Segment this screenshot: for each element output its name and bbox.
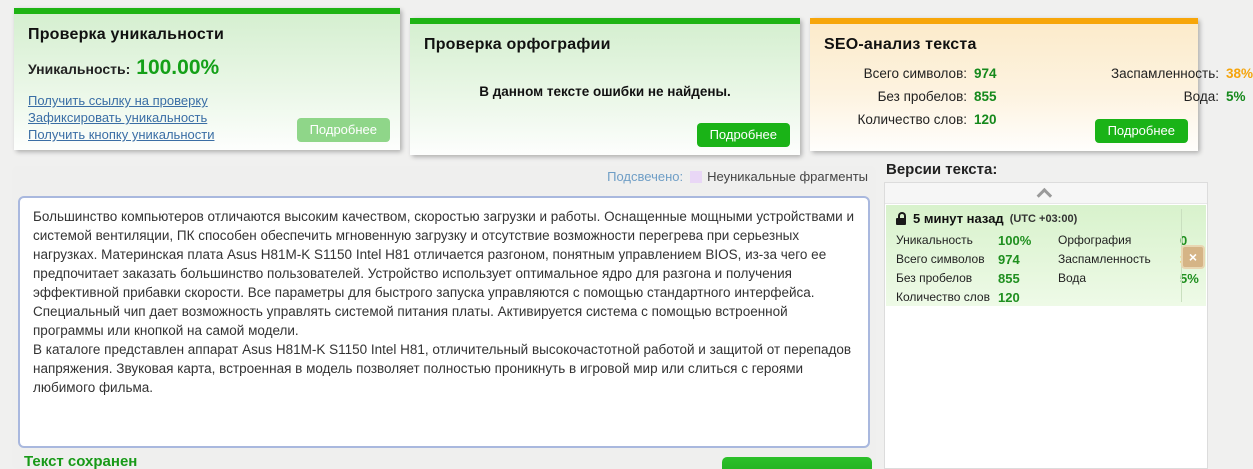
seo-stat-value: 855 [974,89,997,104]
versions-collapse-button[interactable] [885,183,1207,204]
seo-more-button[interactable]: Подробнее [1094,119,1188,143]
uniqueness-panel-title: Проверка уникальности [28,26,224,43]
seo-stat-value: 974 [974,66,997,81]
spelling-result-message: В данном тексте ошибки не найдены. [479,84,731,99]
uniqueness-panel: Проверка уникальности Уникальность: 100.0… [14,8,400,150]
seo-panel-title: SEO-анализ текста [824,36,977,53]
seo-stat-label: Всего символов: [863,66,967,81]
version-stat-label: Орфография [1058,233,1132,247]
uniqueness-metric-value: 100.00% [136,56,220,79]
legend-item-label: Неуникальные фрагменты [707,169,868,184]
seo-panel: SEO-анализ текста Всего символов: 974 За… [810,18,1253,151]
version-time: 5 минут назад [913,211,1004,226]
version-stat-label: Вода [1058,271,1087,285]
legend-label: Подсвечено: [607,169,684,184]
spelling-more-button[interactable]: Подробнее [696,123,790,147]
seo-stat-label: Заспамленность: [1110,66,1219,81]
seo-stat-label: Без пробелов: [877,89,967,104]
seo-stat-label: Вода: [1183,89,1219,104]
seo-stat-value: 38% [1226,66,1253,81]
text-editor[interactable]: Большинство компьютеров отличаются высок… [18,196,870,448]
saved-status: Текст сохранен [24,453,138,469]
page: Проверка уникальности Уникальность: 100.0… [0,0,1253,469]
version-stat-value: 855 [998,271,1020,286]
version-card[interactable]: 5 минут назад (UTC +03:00) Уникальность … [886,205,1206,306]
chevron-up-icon [1036,187,1052,203]
versions-panel: 5 минут назад (UTC +03:00) Уникальность … [884,182,1208,469]
version-stats: Уникальность 100% Орфография 0 Всего сим… [896,231,1205,307]
check-uniqueness-button[interactable] [722,457,872,469]
editor-container: Подсвечено: Неуникальные фрагменты Больш… [12,166,876,469]
version-stat-value: 5% [1180,271,1199,286]
version-stat-label: Заспамленность [1058,252,1151,266]
versions-title: Версии текста: [886,161,998,178]
seo-stat-value: 5% [1226,89,1246,104]
uniqueness-more-button[interactable]: Подробнее [296,118,390,142]
spelling-panel: Проверка орфографии В данном тексте ошиб… [410,18,800,155]
version-timezone: (UTC +03:00) [1009,212,1078,225]
version-stat-label: Всего символов [896,252,985,266]
version-stat-value: 100% [998,233,1032,248]
version-stat-label: Без пробелов [896,271,973,285]
version-stat-label: Уникальность [896,233,973,247]
version-stat-value: 974 [998,252,1020,267]
seo-stat-label: Количество слов: [857,112,967,127]
highlight-legend: Подсвечено: Неуникальные фрагменты [607,169,868,184]
spelling-panel-title: Проверка орфографии [424,36,611,53]
seo-stat-value: 120 [974,112,997,127]
lock-icon [896,212,907,225]
version-delete-button[interactable]: × [1181,245,1205,269]
get-check-link[interactable]: Получить ссылку на проверку [28,92,386,109]
version-stat-value: 120 [998,290,1020,305]
version-stat-label: Количество слов [896,290,990,304]
nonunique-highlight-swatch-icon [690,170,703,183]
uniqueness-metric-label: Уникальность: [28,61,131,77]
